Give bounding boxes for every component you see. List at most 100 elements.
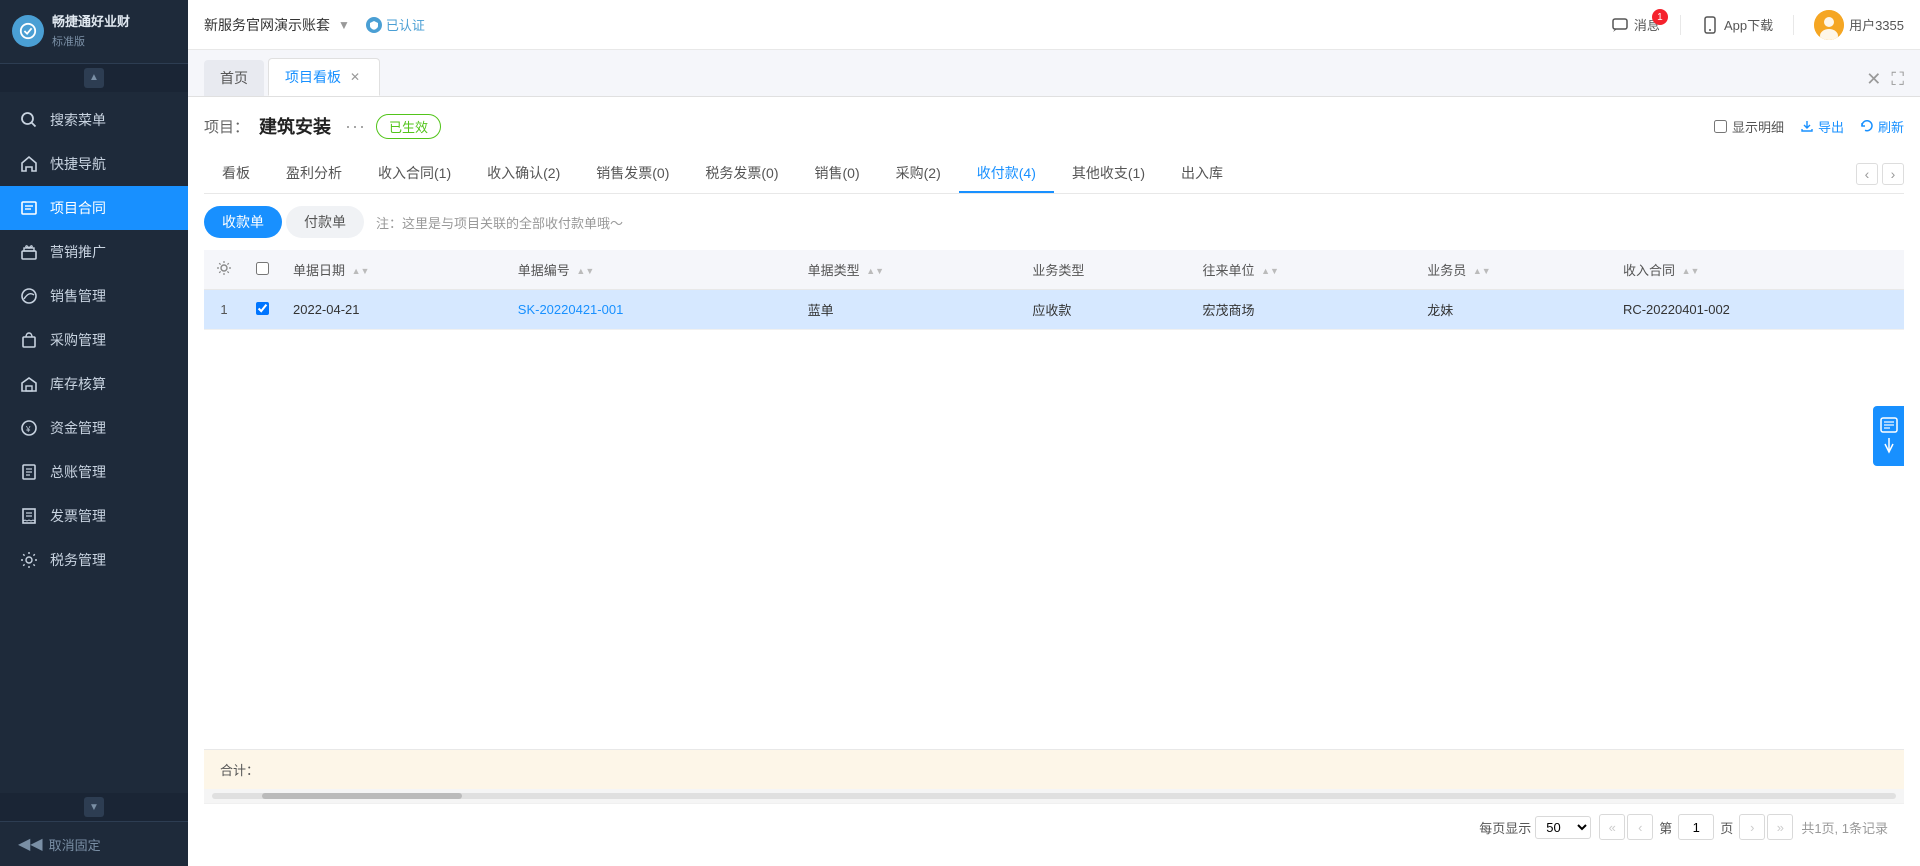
chart-icon xyxy=(18,285,40,307)
tab-home[interactable]: 首页 xyxy=(204,60,264,96)
type-sort-icon: ▲▼ xyxy=(866,267,884,276)
next-page-btn[interactable]: › xyxy=(1739,814,1765,840)
app-download-btn[interactable]: App下载 xyxy=(1701,15,1773,34)
row-checkbox[interactable] xyxy=(256,302,269,315)
sidebar-item-project-contract[interactable]: 项目合同 xyxy=(0,186,188,230)
row-type: 蓝单 xyxy=(796,290,1021,330)
maximize-window-btn[interactable]: ⛶ xyxy=(1891,70,1904,88)
salesperson-sort-icon: ▲▼ xyxy=(1473,267,1491,276)
sub-tabs-next-btn[interactable]: › xyxy=(1882,163,1904,185)
bag-icon xyxy=(18,329,40,351)
table-row[interactable]: 1 2022-04-21 SK-20220421-001 蓝单 应收款 宏茂商场 xyxy=(204,290,1904,330)
sidebar-item-tax-label: 税务管理 xyxy=(50,550,106,570)
close-window-btn[interactable]: ✕ xyxy=(1866,70,1881,88)
data-table: 单据日期 ▲▼ 单据编号 ▲▼ 单据类型 ▲▼ xyxy=(204,250,1904,330)
sidebar-item-finance[interactable]: ¥ 资金管理 xyxy=(0,406,188,450)
col-partner[interactable]: 往来单位 ▲▼ xyxy=(1190,250,1415,290)
total-info: 共1页, 1条记录 xyxy=(1801,818,1888,837)
row-number-link[interactable]: SK-20220421-001 xyxy=(518,302,624,317)
page-input[interactable] xyxy=(1678,814,1714,840)
user-menu-btn[interactable]: 用户3355 xyxy=(1814,10,1904,40)
project-more-btn[interactable]: ··· xyxy=(345,116,366,137)
account-dropdown-icon[interactable]: ▼ xyxy=(336,16,352,34)
inner-tab-payment[interactable]: 付款单 xyxy=(286,206,364,238)
row-number[interactable]: SK-20220421-001 xyxy=(506,290,796,330)
scroll-thumb[interactable] xyxy=(262,793,462,799)
sidebar-item-tax[interactable]: 税务管理 xyxy=(0,538,188,582)
sub-tab-income-contract[interactable]: 收入合同(1) xyxy=(360,155,469,193)
row-income-contract: RC-20220401-002 xyxy=(1611,290,1904,330)
messages-btn[interactable]: 消息 1 xyxy=(1611,15,1660,34)
sidebar-item-project-contract-label: 项目合同 xyxy=(50,198,106,218)
pagination-nav: « ‹ 第 页 › » xyxy=(1599,814,1793,840)
tab-close-btn[interactable]: ✕ xyxy=(347,69,363,85)
refresh-btn[interactable]: 刷新 xyxy=(1860,117,1904,136)
float-panel[interactable] xyxy=(1873,406,1904,466)
row-checkbox-cell[interactable] xyxy=(244,290,281,330)
sidebar-item-marketing-label: 营销推广 xyxy=(50,242,106,262)
export-btn[interactable]: 导出 xyxy=(1800,117,1844,136)
sub-tab-profit[interactable]: 盈利分析 xyxy=(268,155,360,193)
col-date[interactable]: 单据日期 ▲▼ xyxy=(281,250,506,290)
sidebar-item-finance-label: 资金管理 xyxy=(50,418,106,438)
search-menu-icon xyxy=(18,109,40,131)
total-row: 合计： xyxy=(204,749,1904,789)
col-income-contract[interactable]: 收入合同 ▲▼ xyxy=(1611,250,1904,290)
settings-menu-icon xyxy=(18,549,40,571)
col-settings[interactable] xyxy=(204,250,244,290)
project-label: 项目： xyxy=(204,116,249,137)
pagination: 每页显示 50 20 100 « ‹ 第 页 › » 共1页, 1条记录 xyxy=(204,803,1904,850)
sidebar-item-sales[interactable]: 销售管理 xyxy=(0,274,188,318)
col-type[interactable]: 单据类型 ▲▼ xyxy=(796,250,1021,290)
sidebar-item-invoice[interactable]: 发票管理 xyxy=(0,494,188,538)
show-detail-input[interactable] xyxy=(1714,120,1727,133)
float-panel-icon xyxy=(1880,416,1898,456)
col-checkbox[interactable] xyxy=(244,250,281,290)
scroll-up-btn[interactable]: ▲ xyxy=(84,68,104,88)
sub-tab-income-confirm[interactable]: 收入确认(2) xyxy=(469,155,578,193)
sub-tab-receipt[interactable]: 收付款(4) xyxy=(959,155,1054,193)
sidebar-unpin[interactable]: ◀◀ 取消固定 xyxy=(0,821,188,866)
sidebar-item-quick-nav[interactable]: 快捷导航 xyxy=(0,142,188,186)
shield-icon xyxy=(366,17,382,33)
warehouse-icon xyxy=(18,373,40,395)
divider2 xyxy=(1793,15,1794,35)
project-title: 建筑安装 xyxy=(259,113,331,139)
sidebar-scroll-down: ▼ xyxy=(0,793,188,821)
table-container: 单据日期 ▲▼ 单据编号 ▲▼ 单据类型 ▲▼ xyxy=(204,250,1904,749)
avatar xyxy=(1814,10,1844,40)
sub-tab-purchase[interactable]: 采购(2) xyxy=(878,155,959,193)
account-name: 新服务官网演示账套 xyxy=(204,15,330,35)
inner-tab-hint: 注：这里是与项目关联的全部收付款单哦～ xyxy=(376,213,623,232)
sidebar-item-purchase[interactable]: 采购管理 xyxy=(0,318,188,362)
header-actions: 显示明细 导出 刷新 xyxy=(1714,117,1904,136)
inner-tab-receipt[interactable]: 收款单 xyxy=(204,206,282,238)
first-page-btn[interactable]: « xyxy=(1599,814,1625,840)
sub-tab-other-expense[interactable]: 其他收支(1) xyxy=(1054,155,1163,193)
sidebar-item-quick-nav-label: 快捷导航 xyxy=(50,154,106,174)
last-page-btn[interactable]: » xyxy=(1767,814,1793,840)
topbar-right: 消息 1 App下载 用户33 xyxy=(1611,10,1904,40)
sidebar-item-ledger[interactable]: 总账管理 xyxy=(0,450,188,494)
sub-tab-tax-invoice[interactable]: 税务发票(0) xyxy=(687,155,796,193)
logo-icon xyxy=(12,15,44,47)
scroll-down-btn[interactable]: ▼ xyxy=(84,797,104,817)
sidebar-item-marketing[interactable]: 营销推广 xyxy=(0,230,188,274)
col-number[interactable]: 单据编号 ▲▼ xyxy=(506,250,796,290)
show-detail-checkbox[interactable]: 显示明细 xyxy=(1714,117,1784,136)
tab-project-board[interactable]: 项目看板 ✕ xyxy=(268,58,380,96)
sidebar-item-inventory[interactable]: 库存核算 xyxy=(0,362,188,406)
sub-tab-sales[interactable]: 销售(0) xyxy=(797,155,878,193)
date-sort-icon: ▲▼ xyxy=(352,267,370,276)
sub-tab-inout[interactable]: 出入库 xyxy=(1163,155,1241,193)
row-date: 2022-04-21 xyxy=(281,290,506,330)
col-salesperson[interactable]: 业务员 ▲▼ xyxy=(1415,250,1611,290)
sub-tabs-prev-btn[interactable]: ‹ xyxy=(1856,163,1878,185)
per-page-select[interactable]: 50 20 100 xyxy=(1535,816,1591,839)
sub-tab-kanban[interactable]: 看板 xyxy=(204,155,268,193)
scroll-row xyxy=(204,789,1904,803)
prev-page-btn[interactable]: ‹ xyxy=(1627,814,1653,840)
select-all-checkbox[interactable] xyxy=(256,262,269,275)
sub-tab-sales-invoice[interactable]: 销售发票(0) xyxy=(578,155,687,193)
sidebar-item-search[interactable]: 搜索菜单 xyxy=(0,98,188,142)
